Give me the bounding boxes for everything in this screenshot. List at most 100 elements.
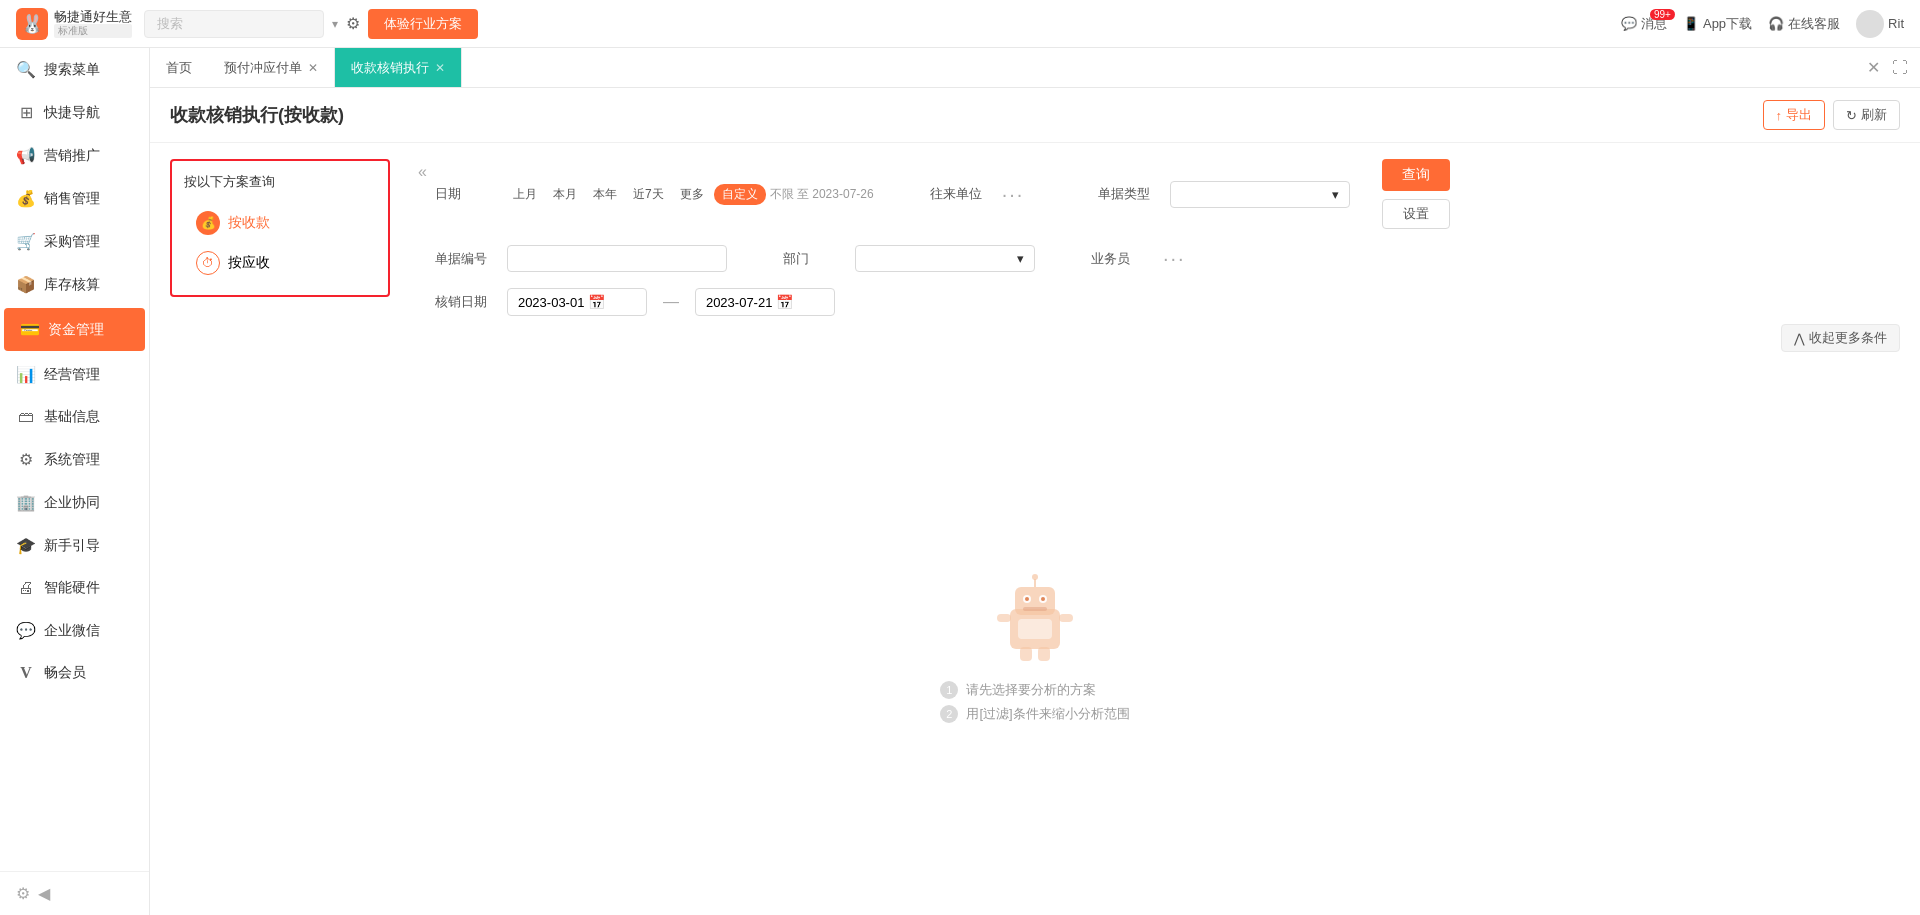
party-input-dots[interactable]: ··· [1002, 183, 1042, 206]
sidebar-item-sales[interactable]: 💰 销售管理 [0, 177, 149, 220]
date-btn-more[interactable]: 更多 [674, 184, 710, 205]
verify-date-label: 核销日期 [435, 293, 491, 311]
sidebar-item-member[interactable]: V 畅会员 [0, 652, 149, 694]
tab-bar: 首页 预付冲应付单 ✕ 收款核销执行 ✕ ✕ ⛶ [150, 48, 1920, 88]
query-button[interactable]: 查询 [1382, 159, 1450, 191]
staff-label: 业务员 [1091, 250, 1147, 268]
sidebar-item-marketing[interactable]: 📢 营销推广 [0, 134, 149, 177]
sidebar-item-wechat[interactable]: 💬 企业微信 [0, 609, 149, 652]
svg-point-5 [1041, 597, 1045, 601]
message-button[interactable]: 💬 消息 99+ [1621, 15, 1667, 33]
verify-date-start-picker[interactable]: 2023-03-01 📅 [507, 288, 647, 316]
user-profile[interactable]: Rit [1856, 10, 1904, 38]
sidebar-item-operations[interactable]: 📊 经营管理 [0, 353, 149, 396]
sidebar-item-search[interactable]: 🔍 搜索菜单 [0, 48, 149, 91]
svg-rect-9 [997, 614, 1011, 622]
brand-name: 畅捷通好生意 [54, 9, 132, 25]
sidebar-item-quicknav[interactable]: ⊞ 快捷导航 [0, 91, 149, 134]
brand-badge: 标准版 [54, 24, 132, 38]
tab-close-all-icon[interactable]: ✕ [1863, 54, 1884, 81]
brand-icon: 🐰 [16, 8, 48, 40]
filter-area: 按以下方案查询 💰 按收款 ⏱ 按应收 « [150, 143, 1920, 376]
top-bar: 🐰 畅捷通好生意 标准版 搜索 ▾ ⚙ 体验行业方案 💬 消息 99+ 📱 Ap… [0, 0, 1920, 48]
date-btn-7days[interactable]: 近7天 [627, 184, 670, 205]
hardware-icon: 🖨 [16, 579, 36, 597]
message-badge: 99+ [1650, 9, 1675, 20]
grid-icon: ⊞ [16, 103, 36, 122]
tab-home[interactable]: 首页 [150, 59, 208, 77]
search-box[interactable]: 搜索 [144, 10, 324, 38]
settings-button[interactable]: 设置 [1382, 199, 1450, 229]
date-buttons: 上月 本月 本年 近7天 更多 自定义 不限 至 2023-07-26 [507, 184, 874, 205]
verify-start-value: 2023-03-01 [518, 295, 585, 310]
sidebar-item-enterprise[interactable]: 🏢 企业协同 [0, 481, 149, 524]
online-service-button[interactable]: 🎧 在线客服 [1768, 15, 1840, 33]
filter-row-2: 单据编号 部门 ▾ 业务员 ··· [435, 245, 1900, 272]
right-panel: 首页 预付冲应付单 ✕ 收款核销执行 ✕ ✕ ⛶ 收款核销执行(按收款) [150, 48, 1920, 915]
settings-bottom-icon[interactable]: ⚙ [16, 884, 30, 903]
finance-icon: 💳 [20, 320, 40, 339]
staff-input-dots[interactable]: ··· [1163, 247, 1203, 270]
svg-point-4 [1025, 597, 1029, 601]
receipt-icon: 💰 [196, 211, 220, 235]
svg-rect-12 [1038, 647, 1050, 661]
filter-option-by-receipt[interactable]: 💰 按收款 [184, 203, 376, 243]
date-label: 日期 [435, 185, 491, 203]
date-btn-last-month[interactable]: 上月 [507, 184, 543, 205]
svg-rect-13 [1018, 619, 1052, 639]
filter-option-by-receivable[interactable]: ⏱ 按应收 [184, 243, 376, 283]
calendar-end-icon: 📅 [776, 294, 793, 310]
sidebar-item-guide[interactable]: 🎓 新手引导 [0, 524, 149, 567]
tab-prepay-close[interactable]: ✕ [308, 61, 318, 75]
collapse-more-button[interactable]: ⋀ 收起更多条件 [1781, 324, 1900, 352]
main-layout: 🔍 搜索菜单 ⊞ 快捷导航 📢 营销推广 💰 销售管理 🛒 采购管理 📦 库存核… [0, 48, 1920, 915]
sidebar-item-system[interactable]: ⚙ 系统管理 [0, 438, 149, 481]
dept-select-chevron-icon: ▾ [1017, 251, 1024, 266]
megaphone-icon: 📢 [16, 146, 36, 165]
info-icon: 🗃 [16, 408, 36, 426]
refresh-button[interactable]: ↻ 刷新 [1833, 100, 1900, 130]
export-button[interactable]: ↑ 导出 [1763, 100, 1826, 130]
date-btn-this-year[interactable]: 本年 [587, 184, 623, 205]
industry-button[interactable]: 体验行业方案 [368, 9, 478, 39]
brand: 🐰 畅捷通好生意 标准版 [16, 8, 132, 40]
tab-verify[interactable]: 收款核销执行 ✕ [335, 48, 462, 87]
receivable-icon: ⏱ [196, 251, 220, 275]
app-icon: 📱 [1683, 16, 1699, 31]
message-icon: 💬 [1621, 16, 1637, 31]
sidebar-bottom: ⚙ ◀ [0, 871, 149, 915]
calendar-start-icon: 📅 [588, 294, 605, 310]
gear-icon[interactable]: ⚙ [346, 14, 360, 33]
collapse-sidebar-icon[interactable]: ◀ [38, 884, 50, 903]
filter-row-1: 日期 上月 本月 本年 近7天 更多 自定义 不限 至 2023-07-26 [435, 159, 1900, 229]
sidebar-item-basicinfo[interactable]: 🗃 基础信息 [0, 396, 149, 438]
sidebar-item-inventory[interactable]: 📦 库存核算 [0, 263, 149, 306]
filter-left-collapse-icon[interactable]: « [410, 163, 435, 181]
svg-rect-11 [1020, 647, 1032, 661]
date-btn-this-month[interactable]: 本月 [547, 184, 583, 205]
tab-verify-close[interactable]: ✕ [435, 61, 445, 75]
sales-icon: 💰 [16, 189, 36, 208]
chevron-up-icon: ⋀ [1794, 331, 1805, 346]
sidebar-item-finance[interactable]: 💳 资金管理 [4, 308, 145, 351]
doc-no-input[interactable] [507, 245, 727, 272]
app-download-button[interactable]: 📱 App下载 [1683, 15, 1752, 33]
export-icon: ↑ [1776, 108, 1783, 123]
operations-icon: 📊 [16, 365, 36, 384]
verify-date-end-picker[interactable]: 2023-07-21 📅 [695, 288, 835, 316]
date-btn-custom[interactable]: 自定义 [714, 184, 766, 205]
tab-expand-icon[interactable]: ⛶ [1888, 55, 1912, 81]
dept-select[interactable]: ▾ [855, 245, 1035, 272]
doc-no-label: 单据编号 [435, 250, 491, 268]
search-icon: 🔍 [16, 60, 36, 79]
sidebar-item-purchase[interactable]: 🛒 采购管理 [0, 220, 149, 263]
svg-rect-10 [1059, 614, 1073, 622]
empty-hint-2: 2 用[过滤]条件来缩小分析范围 [940, 705, 1129, 723]
member-icon: V [16, 664, 36, 682]
doc-type-select[interactable]: ▾ [1170, 181, 1350, 208]
empty-state: 1 请先选择要分析的方案 2 用[过滤]条件来缩小分析范围 [150, 376, 1920, 915]
sidebar-item-hardware[interactable]: 🖨 智能硬件 [0, 567, 149, 609]
refresh-icon: ↻ [1846, 108, 1857, 123]
party-label: 往来单位 [930, 185, 986, 203]
tab-prepay[interactable]: 预付冲应付单 ✕ [208, 48, 335, 87]
